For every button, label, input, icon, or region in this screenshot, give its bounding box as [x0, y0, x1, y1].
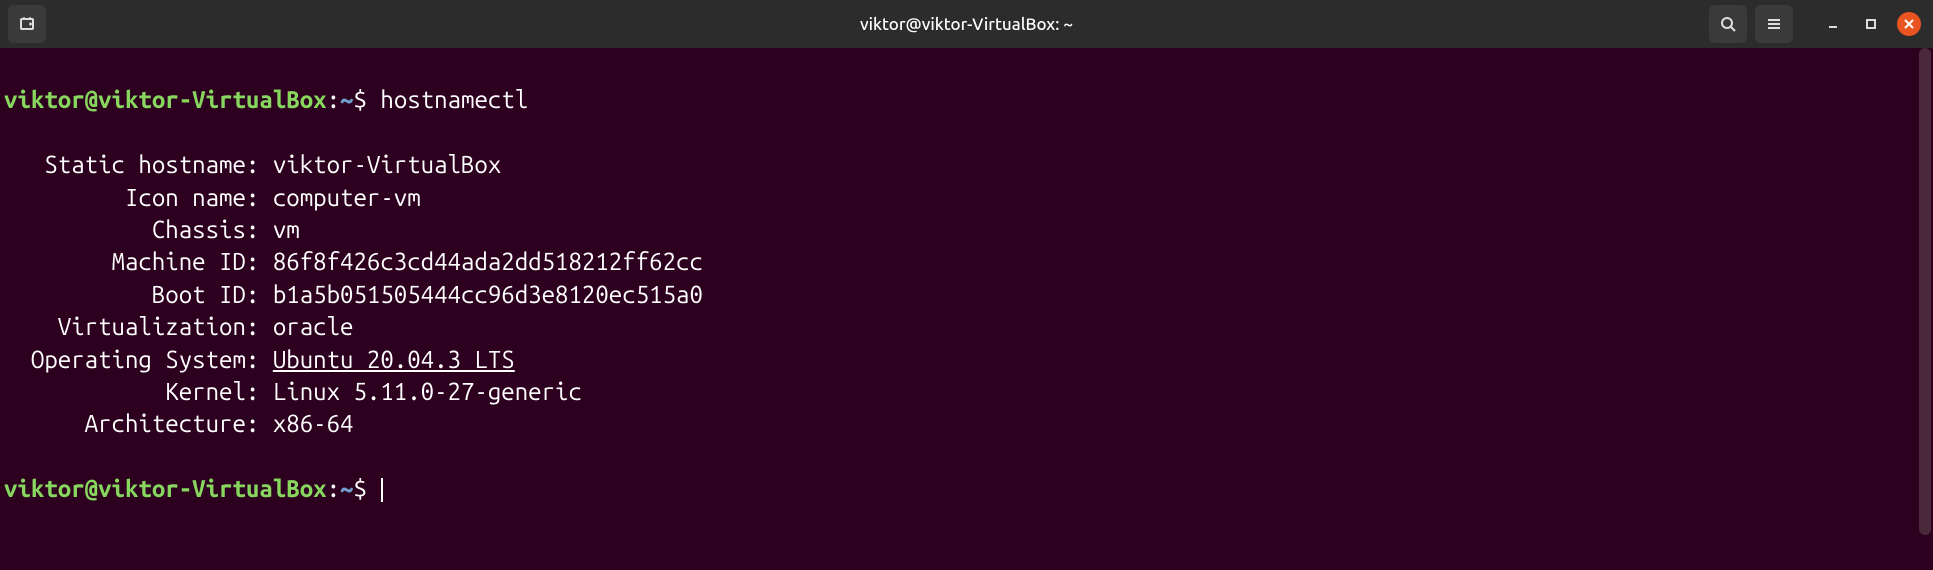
- output-value: viktor-VirtualBox: [273, 151, 501, 178]
- output-label: Operating System:: [4, 346, 273, 373]
- command: hostnamectl: [380, 86, 528, 113]
- output-line: Machine ID: 86f8f426c3cd44ada2dd518212ff…: [4, 246, 1929, 278]
- new-tab-icon: [19, 16, 35, 32]
- search-icon: [1720, 16, 1736, 32]
- output-label: Boot ID:: [4, 281, 273, 308]
- command-text: [367, 86, 380, 113]
- close-icon: [1904, 19, 1914, 29]
- output-line: Virtualization: oracle: [4, 311, 1929, 343]
- output-label: Virtualization:: [4, 313, 273, 340]
- hamburger-icon: [1766, 16, 1782, 32]
- output-label: Static hostname:: [4, 151, 273, 178]
- maximize-button[interactable]: [1859, 12, 1883, 36]
- prompt-at: @: [85, 475, 98, 502]
- output-label: Architecture:: [4, 410, 273, 437]
- output-label: Icon name:: [4, 184, 273, 211]
- output-label: Machine ID:: [4, 248, 273, 275]
- prompt-dollar: $: [353, 86, 366, 113]
- output-value: x86-64: [273, 410, 354, 437]
- titlebar-left: [8, 5, 46, 43]
- prompt-path: ~: [340, 86, 353, 113]
- maximize-icon: [1866, 19, 1876, 29]
- output-label: Chassis:: [4, 216, 273, 243]
- output-value: 86f8f426c3cd44ada2dd518212ff62cc: [273, 248, 703, 275]
- prompt-host: viktor-VirtualBox: [98, 86, 326, 113]
- prompt-user: viktor: [4, 86, 85, 113]
- titlebar: viktor@viktor-VirtualBox: ~: [0, 0, 1933, 48]
- prompt-path: ~: [340, 475, 353, 502]
- new-tab-button[interactable]: [8, 5, 46, 43]
- output-line: Kernel: Linux 5.11.0-27-generic: [4, 376, 1929, 408]
- output-line: Architecture: x86-64: [4, 408, 1929, 440]
- menu-button[interactable]: [1755, 5, 1793, 43]
- output-value: b1a5b051505444cc96d3e8120ec515a0: [273, 281, 703, 308]
- output-value: Ubuntu 20.04.3 LTS: [273, 346, 515, 373]
- prompt-user: viktor: [4, 475, 85, 502]
- output-line: Chassis: vm: [4, 214, 1929, 246]
- prompt-colon: :: [327, 475, 340, 502]
- output-line: Boot ID: b1a5b051505444cc96d3e8120ec515a…: [4, 279, 1929, 311]
- search-button[interactable]: [1709, 5, 1747, 43]
- prompt-line-2: viktor@viktor-VirtualBox:~$: [4, 473, 1929, 505]
- prompt-colon: :: [327, 86, 340, 113]
- output-line: Static hostname: viktor-VirtualBox: [4, 149, 1929, 181]
- close-button[interactable]: [1897, 12, 1921, 36]
- prompt-host: viktor-VirtualBox: [98, 475, 326, 502]
- titlebar-right: [1709, 5, 1925, 43]
- prompt-at: @: [85, 86, 98, 113]
- output-value: computer-vm: [273, 184, 421, 211]
- output-value: oracle: [273, 313, 354, 340]
- minimize-icon: [1828, 19, 1838, 29]
- output-label: Kernel:: [4, 378, 273, 405]
- prompt-line-1: viktor@viktor-VirtualBox:~$ hostnamectl: [4, 84, 1929, 116]
- scrollbar[interactable]: [1919, 48, 1931, 535]
- output-value: Linux 5.11.0-27-generic: [273, 378, 582, 405]
- cursor: [381, 478, 383, 502]
- output-value: vm: [273, 216, 300, 243]
- window-title: viktor@viktor-VirtualBox: ~: [860, 15, 1073, 34]
- prompt-dollar: $: [353, 475, 366, 502]
- output-container: Static hostname: viktor-VirtualBox Icon …: [4, 149, 1929, 441]
- minimize-button[interactable]: [1821, 12, 1845, 36]
- output-line: Icon name: computer-vm: [4, 182, 1929, 214]
- window-controls: [1821, 12, 1921, 36]
- terminal-area[interactable]: viktor@viktor-VirtualBox:~$ hostnamectl …: [0, 48, 1933, 535]
- output-line: Operating System: Ubuntu 20.04.3 LTS: [4, 344, 1929, 376]
